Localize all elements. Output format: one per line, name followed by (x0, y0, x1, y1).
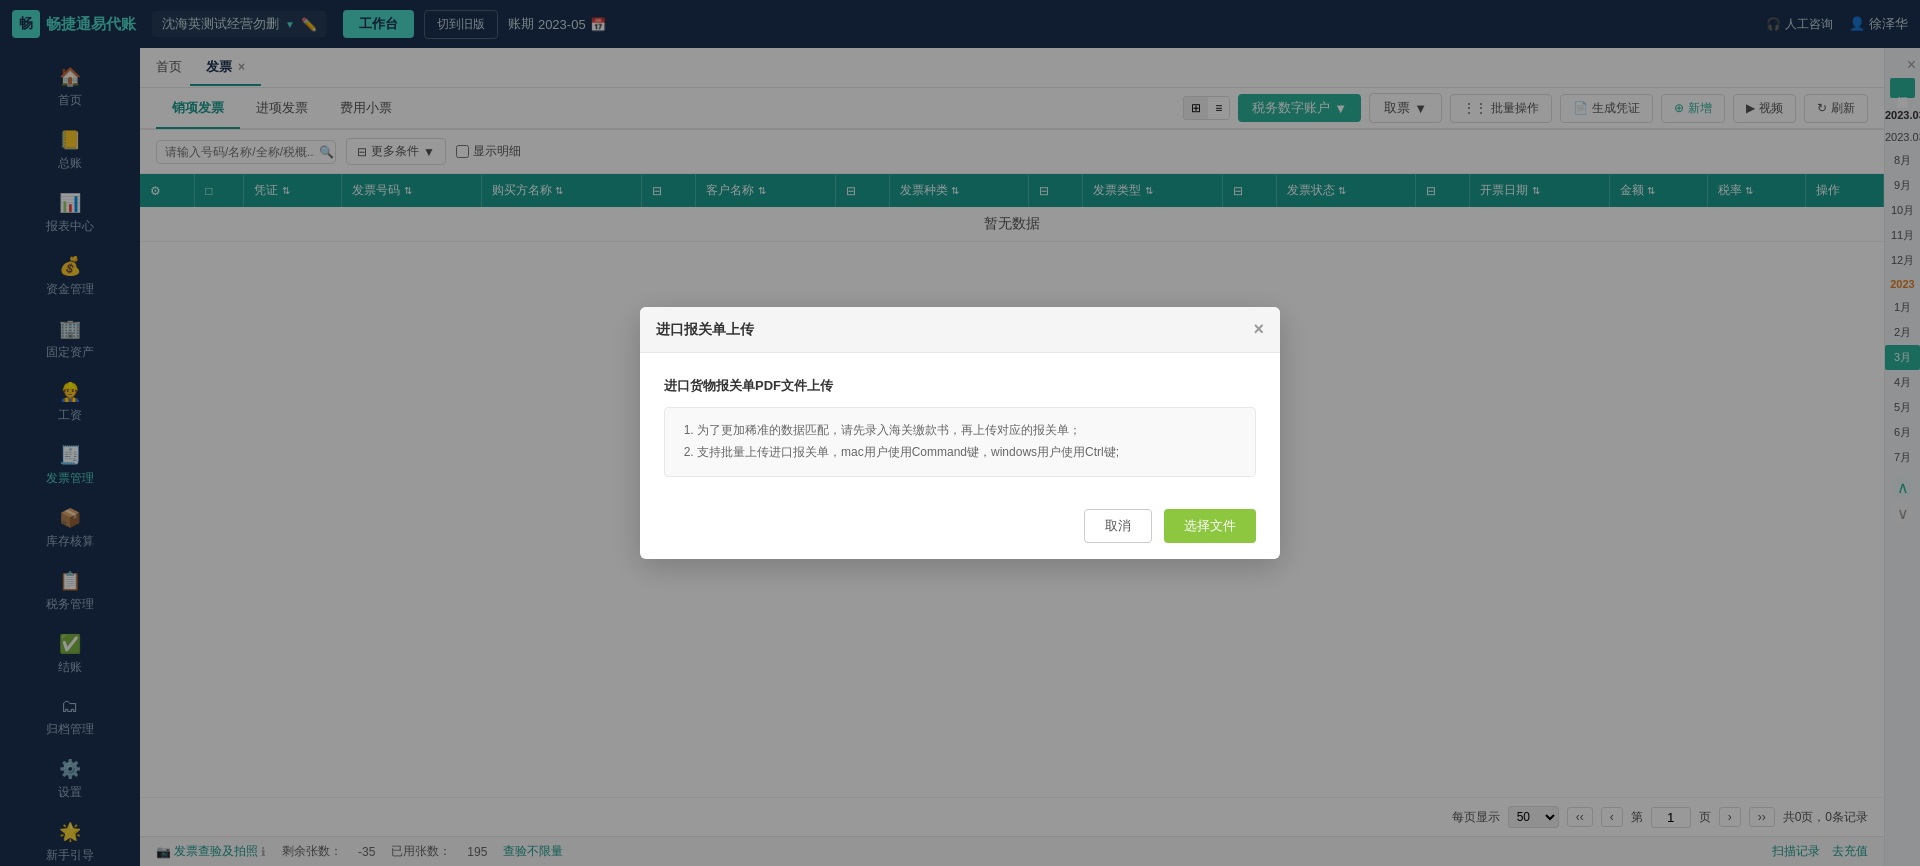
modal-title: 进口报关单上传 (656, 321, 754, 339)
modal-select-button[interactable]: 选择文件 (1164, 509, 1256, 543)
modal-overlay: 进口报关单上传 × 进口货物报关单PDF文件上传 为了更加稀准的数据匹配，请先录… (0, 0, 1920, 866)
upload-modal: 进口报关单上传 × 进口货物报关单PDF文件上传 为了更加稀准的数据匹配，请先录… (640, 307, 1280, 558)
modal-body: 进口货物报关单PDF文件上传 为了更加稀准的数据匹配，请先录入海关缴款书，再上传… (640, 353, 1280, 492)
modal-header: 进口报关单上传 × (640, 307, 1280, 353)
modal-content-title: 进口货物报关单PDF文件上传 (664, 377, 1256, 395)
modal-info-box: 为了更加稀准的数据匹配，请先录入海关缴款书，再上传对应的报关单； 支持批量上传进… (664, 407, 1256, 476)
modal-cancel-button[interactable]: 取消 (1084, 509, 1152, 543)
modal-info-item-2: 支持批量上传进口报关单，mac用户使用Command键，windows用户使用C… (697, 442, 1239, 464)
modal-footer: 取消 选择文件 (640, 493, 1280, 559)
modal-close-button[interactable]: × (1253, 319, 1264, 340)
modal-info-item-1: 为了更加稀准的数据匹配，请先录入海关缴款书，再上传对应的报关单； (697, 420, 1239, 442)
